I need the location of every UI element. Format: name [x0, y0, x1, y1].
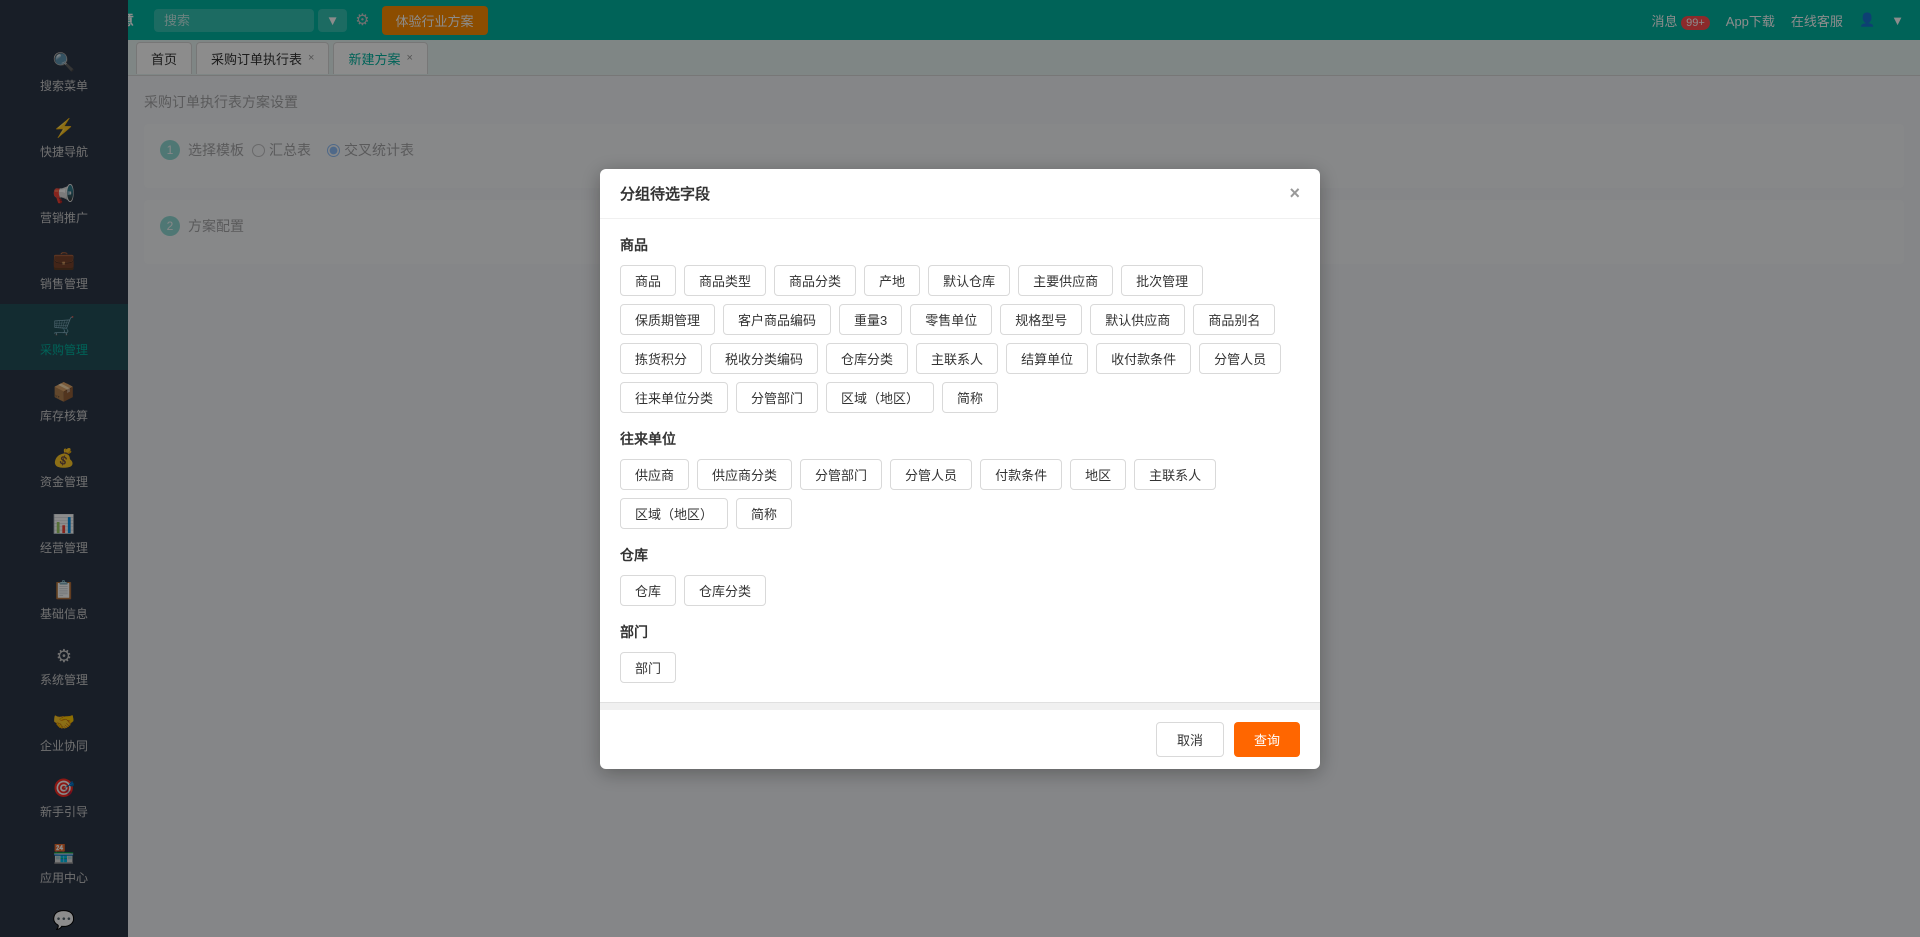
field-tag[interactable]: 仓库分类 [826, 343, 908, 374]
field-tag[interactable]: 默认仓库 [928, 265, 1010, 296]
field-tag[interactable]: 部门 [620, 652, 676, 683]
section-title-dept: 部门 [620, 622, 1300, 642]
field-tag[interactable]: 结算单位 [1006, 343, 1088, 374]
field-tag[interactable]: 区域（地区） [826, 382, 934, 413]
modal-title: 分组待选字段 [620, 183, 710, 204]
field-tag[interactable]: 供应商分类 [697, 459, 792, 490]
section-title-warehouse: 仓库 [620, 545, 1300, 565]
field-tag[interactable]: 简称 [736, 498, 792, 529]
field-tag[interactable]: 产地 [864, 265, 920, 296]
field-tag[interactable]: 零售单位 [910, 304, 992, 335]
field-tags-warehouse: 仓库 仓库分类 [620, 575, 1300, 606]
field-tag[interactable]: 往来单位分类 [620, 382, 728, 413]
field-tag[interactable]: 默认供应商 [1090, 304, 1185, 335]
section-title-goods: 商品 [620, 235, 1300, 255]
field-tag[interactable]: 拣货积分 [620, 343, 702, 374]
field-tag[interactable]: 简称 [942, 382, 998, 413]
modal-close-btn[interactable]: × [1289, 183, 1300, 204]
section-title-counterparty: 往来单位 [620, 429, 1300, 449]
field-tag[interactable]: 客户商品编码 [723, 304, 831, 335]
field-tag[interactable]: 主要供应商 [1018, 265, 1113, 296]
field-select-modal: 分组待选字段 × 商品 商品 商品类型 商品分类 产地 默认仓库 主要供应商 批… [600, 169, 1320, 769]
field-tag[interactable]: 主联系人 [1134, 459, 1216, 490]
field-tags-goods: 商品 商品类型 商品分类 产地 默认仓库 主要供应商 批次管理 保质期管理 客户… [620, 265, 1300, 413]
field-tag[interactable]: 商品别名 [1193, 304, 1275, 335]
field-tag[interactable]: 保质期管理 [620, 304, 715, 335]
field-tag[interactable]: 批次管理 [1121, 265, 1203, 296]
field-tag[interactable]: 供应商 [620, 459, 689, 490]
modal-header: 分组待选字段 × [600, 169, 1320, 219]
cancel-button[interactable]: 取消 [1156, 722, 1224, 757]
field-tag[interactable]: 付款条件 [980, 459, 1062, 490]
field-tag[interactable]: 重量3 [839, 304, 902, 335]
field-tag[interactable]: 商品 [620, 265, 676, 296]
field-tag[interactable]: 分管部门 [800, 459, 882, 490]
field-tags-counterparty: 供应商 供应商分类 分管部门 分管人员 付款条件 地区 主联系人 区域（地区） … [620, 459, 1300, 529]
field-tag[interactable]: 税收分类编码 [710, 343, 818, 374]
field-tag[interactable]: 地区 [1070, 459, 1126, 490]
field-tag[interactable]: 仓库 [620, 575, 676, 606]
field-tag[interactable]: 分管人员 [890, 459, 972, 490]
field-tag[interactable]: 分管部门 [736, 382, 818, 413]
field-tag[interactable]: 商品类型 [684, 265, 766, 296]
confirm-button[interactable]: 查询 [1234, 722, 1300, 757]
field-tag[interactable]: 分管人员 [1199, 343, 1281, 374]
field-tag[interactable]: 仓库分类 [684, 575, 766, 606]
field-tag[interactable]: 商品分类 [774, 265, 856, 296]
field-tags-dept: 部门 [620, 652, 1300, 683]
modal-footer: 取消 查询 [600, 709, 1320, 769]
modal-body[interactable]: 商品 商品 商品类型 商品分类 产地 默认仓库 主要供应商 批次管理 保质期管理… [600, 219, 1320, 703]
field-tag[interactable]: 区域（地区） [620, 498, 728, 529]
field-tag[interactable]: 主联系人 [916, 343, 998, 374]
field-tag[interactable]: 收付款条件 [1096, 343, 1191, 374]
field-tag[interactable]: 规格型号 [1000, 304, 1082, 335]
